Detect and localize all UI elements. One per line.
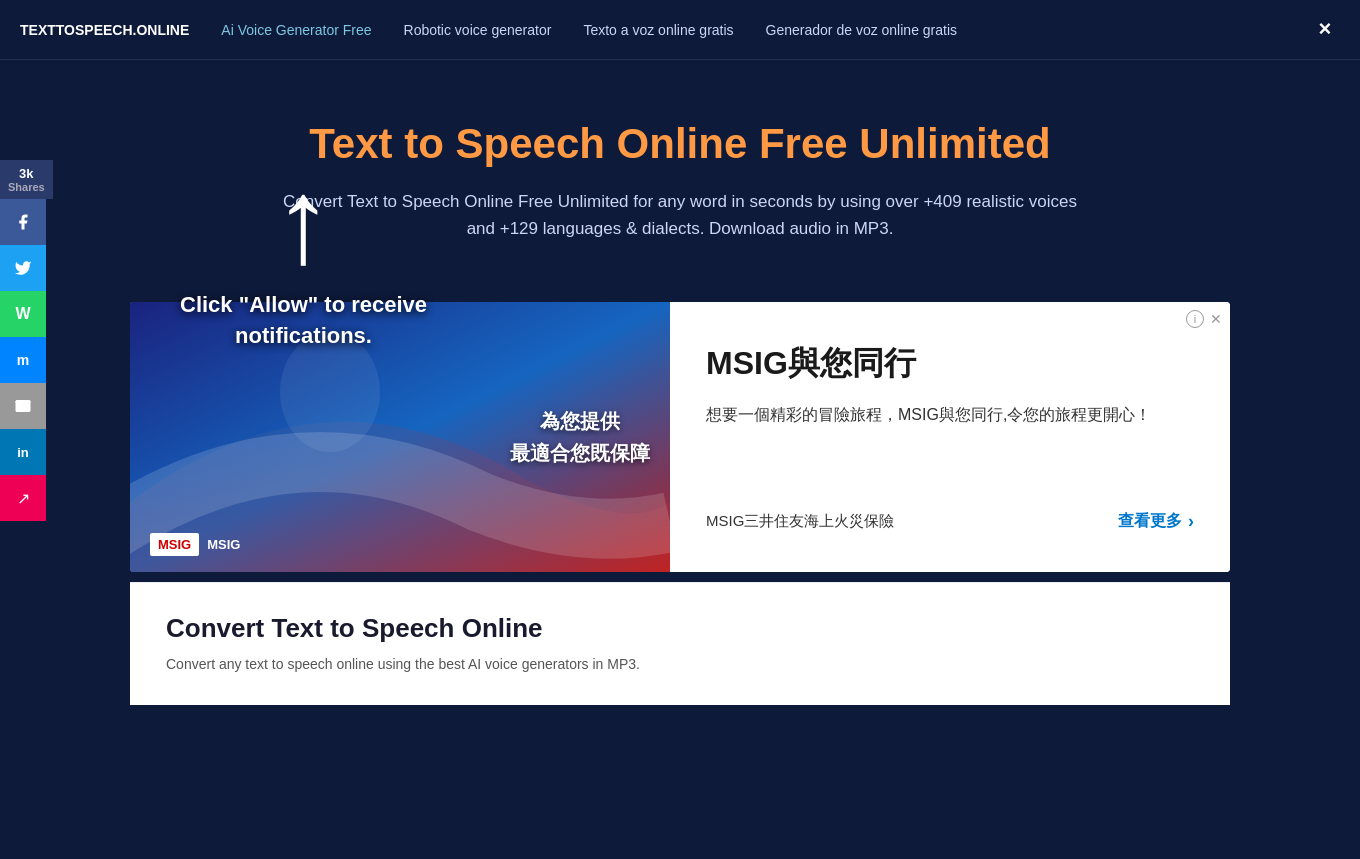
ad-close-button[interactable]: ✕ — [1210, 311, 1222, 327]
generic-share-button[interactable]: ↗ — [0, 475, 46, 521]
ad-info-button[interactable]: i — [1186, 310, 1204, 328]
ad-image-text: 為您提供 最適合您既保障 — [510, 405, 650, 469]
nav-link-robotic[interactable]: Robotic voice generator — [404, 22, 552, 38]
convert-title: Convert Text to Speech Online — [166, 613, 1194, 644]
social-sidebar: 3k Shares W m in ↗ — [0, 160, 53, 521]
email-share-button[interactable] — [0, 383, 46, 429]
linkedin-icon-text: in — [17, 445, 29, 460]
ad-bottom-row: MSIG三井住友海上火災保險 查看更多 › — [706, 511, 1194, 532]
svg-point-1 — [280, 332, 380, 452]
shares-label: Shares — [8, 181, 45, 193]
msig-logo-box: MSIG — [150, 533, 199, 556]
ad-controls: i ✕ — [1186, 310, 1222, 328]
ad-content: MSIG與您同行 想要一個精彩的冒險旅程，MSIG與您同行,令您的旅程更開心！ … — [670, 302, 1230, 572]
nav-brand[interactable]: TEXTTOSPEECH.ONLINE — [20, 22, 189, 38]
navigation: TEXTTOSPEECH.ONLINE Ai Voice Generator F… — [0, 0, 1360, 60]
hero-section: Text to Speech Online Free Unlimited Con… — [0, 60, 1360, 282]
nav-link-ai-voice[interactable]: Ai Voice Generator Free — [221, 22, 371, 38]
nav-link-generador[interactable]: Generador de voz online gratis — [766, 22, 957, 38]
ad-cta-button[interactable]: 查看更多 › — [1118, 511, 1194, 532]
ad-cta-arrow-icon: › — [1188, 511, 1194, 532]
convert-description: Convert any text to speech online using … — [166, 654, 1194, 675]
ad-image-line1: 為您提供 — [510, 405, 650, 437]
share-count-box: 3k Shares — [0, 160, 53, 199]
messenger-share-button[interactable]: m — [0, 337, 46, 383]
share-number: 3k — [8, 166, 45, 181]
ad-image-line2: 最適合您既保障 — [510, 437, 650, 469]
ad-title: MSIG與您同行 — [706, 342, 1194, 386]
nav-link-texto[interactable]: Texto a voz online gratis — [583, 22, 733, 38]
close-button[interactable]: × — [1310, 14, 1340, 44]
facebook-share-button[interactable] — [0, 199, 46, 245]
convert-section: Convert Text to Speech Online Convert an… — [130, 582, 1230, 705]
share-icon: ↗ — [17, 489, 30, 508]
ad-cta-label: 查看更多 — [1118, 511, 1182, 532]
ad-image: 為您提供 最適合您既保障 MSIG MSIG — [130, 302, 670, 572]
msig-logo-label: MSIG — [207, 537, 240, 552]
whatsapp-share-button[interactable]: W — [0, 291, 46, 337]
hero-content: Text to Speech Online Free Unlimited Con… — [0, 60, 1360, 282]
hero-title: Text to Speech Online Free Unlimited — [20, 120, 1340, 168]
twitter-share-button[interactable] — [0, 245, 46, 291]
linkedin-share-button[interactable]: in — [0, 429, 46, 475]
hero-description: Convert Text to Speech Online Free Unlim… — [280, 188, 1080, 242]
ad-description: 想要一個精彩的冒險旅程，MSIG與您同行,令您的旅程更開心！ — [706, 402, 1194, 428]
ad-banner: i ✕ — [130, 302, 1230, 572]
ad-company-name: MSIG三井住友海上火災保險 — [706, 512, 894, 531]
ad-msig-logo: MSIG MSIG — [150, 533, 240, 556]
